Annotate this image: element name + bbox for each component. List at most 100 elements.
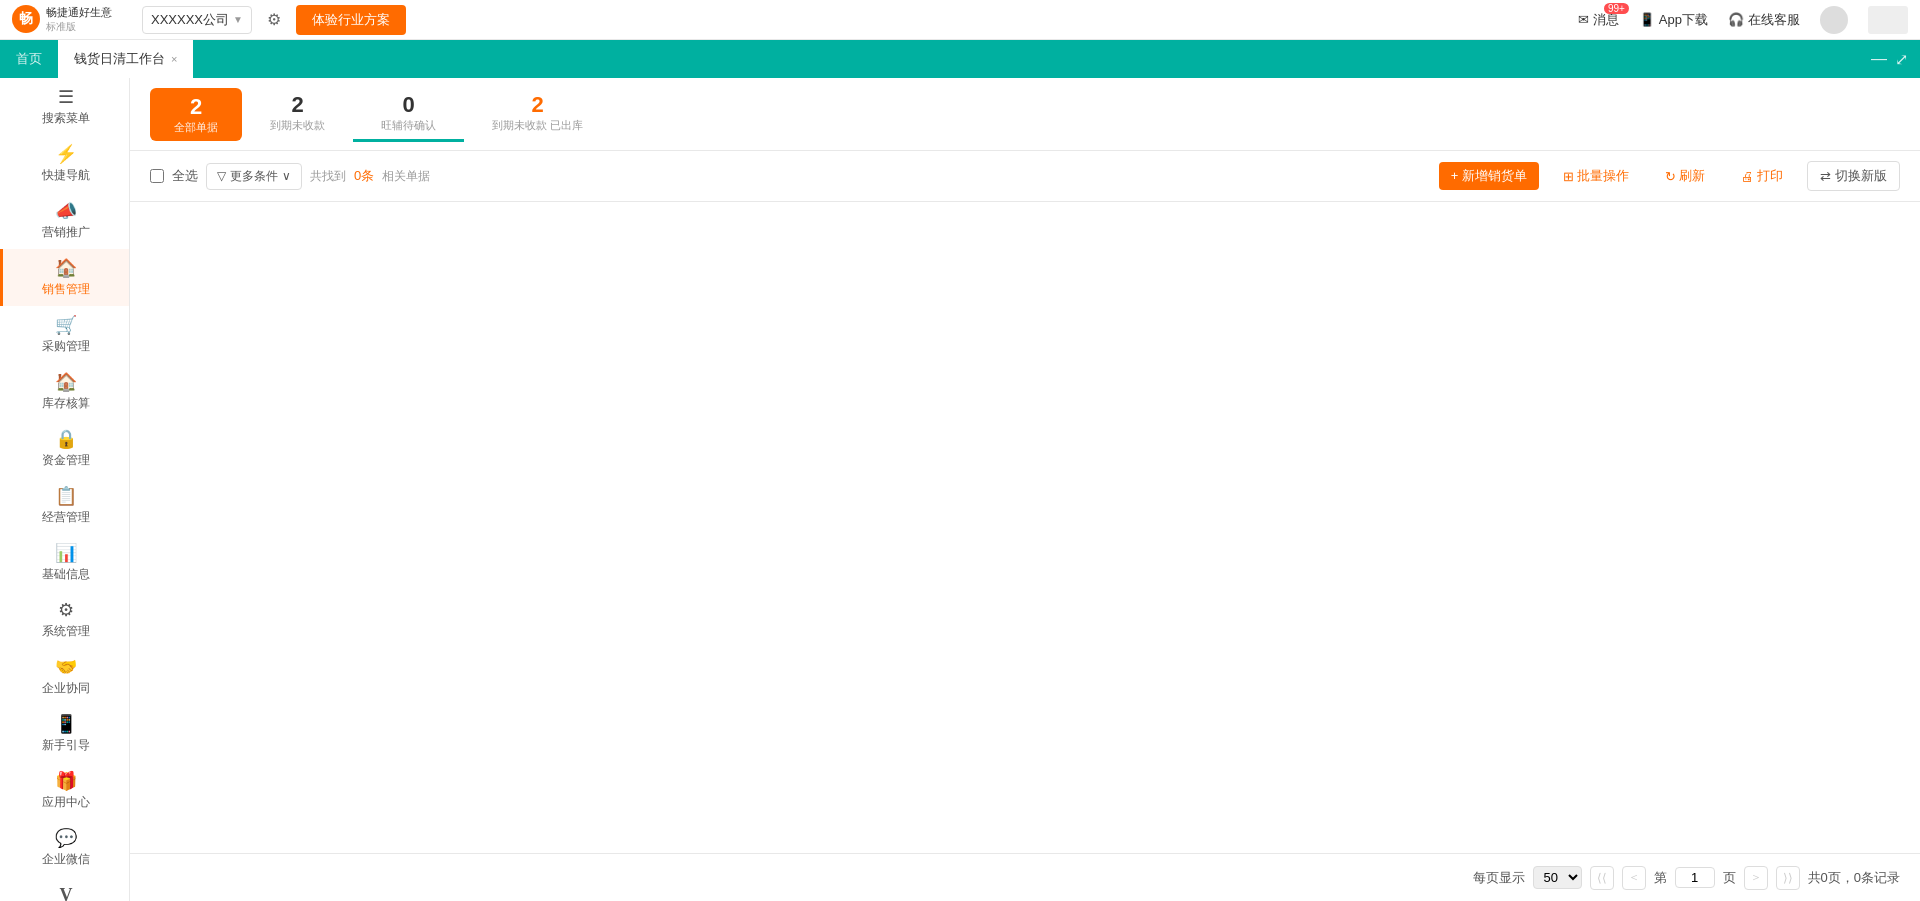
- system-icon: ⚙: [58, 601, 74, 619]
- app-edition: 标准版: [46, 20, 112, 34]
- stat-tab-pending[interactable]: 0 旺辅待确认: [353, 86, 464, 142]
- workbench-tab[interactable]: 钱货日清工作台 ×: [58, 40, 193, 78]
- stat-all-label: 全部单据: [174, 120, 218, 135]
- sidebar-label-quick-nav: 快捷导航: [42, 167, 90, 184]
- stat-pending-num: 0: [402, 92, 414, 118]
- found-prefix: 共找到: [310, 168, 346, 185]
- company-selector[interactable]: XXXXXX公司 ▼: [142, 6, 252, 34]
- next-page-btn[interactable]: ＞: [1744, 866, 1768, 890]
- refresh-btn[interactable]: ↻ 刷新: [1653, 162, 1717, 190]
- service-icon: 🎧: [1728, 12, 1744, 27]
- sidebar-item-member[interactable]: V 畅会员: [0, 876, 129, 901]
- page-number-input[interactable]: [1675, 867, 1715, 888]
- sidebar-item-system[interactable]: ⚙ 系统管理: [0, 591, 129, 648]
- sidebar-item-inventory[interactable]: 🏠 库存核算: [0, 363, 129, 420]
- member-icon: V: [60, 886, 73, 901]
- chevron-filter-icon: ∨: [282, 169, 291, 183]
- sidebar-item-marketing[interactable]: 📣 营销推广: [0, 192, 129, 249]
- switch-label: 切换新版: [1835, 167, 1887, 185]
- sidebar-item-operations[interactable]: 📋 经营管理: [0, 477, 129, 534]
- page-suffix: 页: [1723, 869, 1736, 887]
- sidebar-item-basics[interactable]: 📊 基础信息: [0, 534, 129, 591]
- message-badge: 99+: [1604, 3, 1629, 14]
- toolbar-left: 全选 ▽ 更多条件 ∨ 共找到 0条 相关单据: [150, 163, 1427, 190]
- sidebar-label-search-menu: 搜索菜单: [42, 110, 90, 127]
- sidebar-label-cooperation: 企业协同: [42, 680, 90, 697]
- maximize-icon[interactable]: ⤢: [1895, 50, 1908, 69]
- app-logo: 畅 畅捷通好生意 标准版: [12, 5, 142, 33]
- sidebar: ☰ 搜索菜单 ⚡ 快捷导航 📣 营销推广 🏠 销售管理 🛒 采购管理 🏠 库存核…: [0, 78, 130, 901]
- trial-button[interactable]: 体验行业方案: [296, 5, 406, 35]
- sidebar-item-purchase[interactable]: 🛒 采购管理: [0, 306, 129, 363]
- sidebar-label-marketing: 营销推广: [42, 224, 90, 241]
- select-all-checkbox[interactable]: [150, 169, 164, 183]
- sidebar-item-cooperation[interactable]: 🤝 企业协同: [0, 648, 129, 705]
- last-page-btn[interactable]: ⟩⟩: [1776, 866, 1800, 890]
- topbar: 畅 畅捷通好生意 标准版 XXXXXX公司 ▼ ⚙ 体验行业方案 ✉ 消息 99…: [0, 0, 1920, 40]
- topbar-right: ✉ 消息 99+ 📱 App下载 🎧 在线客服: [1578, 6, 1908, 34]
- wechat-icon: 💬: [55, 829, 77, 847]
- stat-overdue-num: 2: [291, 92, 303, 118]
- refresh-icon: ↻: [1665, 169, 1676, 184]
- appstore-icon: 🎁: [55, 772, 77, 790]
- per-page-select[interactable]: 50: [1533, 866, 1582, 889]
- sidebar-label-guide: 新手引导: [42, 737, 90, 754]
- user-info[interactable]: [1868, 6, 1908, 34]
- stat-tab-shipped[interactable]: 2 到期未收款 已出库: [464, 86, 611, 142]
- add-sale-btn[interactable]: + 新增销货单: [1439, 162, 1539, 190]
- toolbar: 全选 ▽ 更多条件 ∨ 共找到 0条 相关单据 + 新增销货单 ⊞ 批量操作 ↻: [130, 151, 1920, 202]
- purchase-icon: 🛒: [55, 316, 77, 334]
- sidebar-item-finance[interactable]: 🔒 资金管理: [0, 420, 129, 477]
- phone-icon: 📱: [1639, 12, 1655, 27]
- sidebar-item-search-menu[interactable]: ☰ 搜索菜单: [0, 78, 129, 135]
- stat-pending-label: 旺辅待确认: [381, 118, 436, 133]
- guide-icon: 📱: [55, 715, 77, 733]
- print-btn[interactable]: 🖨 打印: [1729, 162, 1795, 190]
- sidebar-label-basics: 基础信息: [42, 566, 90, 583]
- close-tab-icon[interactable]: ×: [171, 53, 177, 65]
- sidebar-item-quick-nav[interactable]: ⚡ 快捷导航: [0, 135, 129, 192]
- print-label: 打印: [1757, 167, 1783, 185]
- app-name: 畅捷通好生意: [46, 5, 112, 19]
- stat-tab-overdue[interactable]: 2 到期未收款: [242, 86, 353, 142]
- first-page-btn[interactable]: ⟨⟨: [1590, 866, 1614, 890]
- search-menu-icon: ☰: [58, 88, 74, 106]
- batch-icon: ⊞: [1563, 169, 1574, 184]
- stat-shipped-label: 到期未收款 已出库: [492, 118, 583, 133]
- batch-operation-btn[interactable]: ⊞ 批量操作: [1551, 162, 1641, 190]
- home-tab[interactable]: 首页: [0, 40, 58, 78]
- switch-version-btn[interactable]: ⇄ 切换新版: [1807, 161, 1900, 191]
- batch-label: 批量操作: [1577, 167, 1629, 185]
- sidebar-label-inventory: 库存核算: [42, 395, 90, 412]
- minimize-icon[interactable]: —: [1871, 50, 1887, 68]
- stat-overdue-label: 到期未收款: [270, 118, 325, 133]
- sales-icon: 🏠: [55, 259, 77, 277]
- online-service-btn[interactable]: 🎧 在线客服: [1728, 11, 1800, 29]
- message-btn[interactable]: ✉ 消息 99+: [1578, 11, 1619, 29]
- message-icon: ✉: [1578, 12, 1589, 27]
- marketing-icon: 📣: [55, 202, 77, 220]
- app-download-label: App下载: [1659, 11, 1708, 29]
- sidebar-item-appstore[interactable]: 🎁 应用中心: [0, 762, 129, 819]
- settings-icon[interactable]: ⚙: [260, 6, 288, 34]
- user-avatar[interactable]: [1820, 6, 1848, 34]
- main-layout: ☰ 搜索菜单 ⚡ 快捷导航 📣 营销推广 🏠 销售管理 🛒 采购管理 🏠 库存核…: [0, 78, 1920, 901]
- app-download-btn[interactable]: 📱 App下载: [1639, 11, 1708, 29]
- refresh-label: 刷新: [1679, 167, 1705, 185]
- inventory-icon: 🏠: [55, 373, 77, 391]
- cooperation-icon: 🤝: [55, 658, 77, 676]
- stat-all-num: 2: [190, 94, 202, 120]
- sidebar-item-sales[interactable]: 🏠 销售管理: [0, 249, 129, 306]
- finance-icon: 🔒: [55, 430, 77, 448]
- select-all-label: 全选: [172, 167, 198, 185]
- more-filters-btn[interactable]: ▽ 更多条件 ∨: [206, 163, 302, 190]
- per-page-label: 每页显示: [1473, 869, 1525, 887]
- total-records: 共0页，0条记录: [1808, 869, 1900, 887]
- sidebar-item-wechat[interactable]: 💬 企业微信: [0, 819, 129, 876]
- stat-tab-all[interactable]: 2 全部单据: [150, 88, 242, 141]
- prev-page-btn[interactable]: ＜: [1622, 866, 1646, 890]
- filter-icon: ▽: [217, 169, 226, 183]
- sidebar-label-purchase: 采购管理: [42, 338, 90, 355]
- stat-shipped-num: 2: [531, 92, 543, 118]
- sidebar-item-guide[interactable]: 📱 新手引导: [0, 705, 129, 762]
